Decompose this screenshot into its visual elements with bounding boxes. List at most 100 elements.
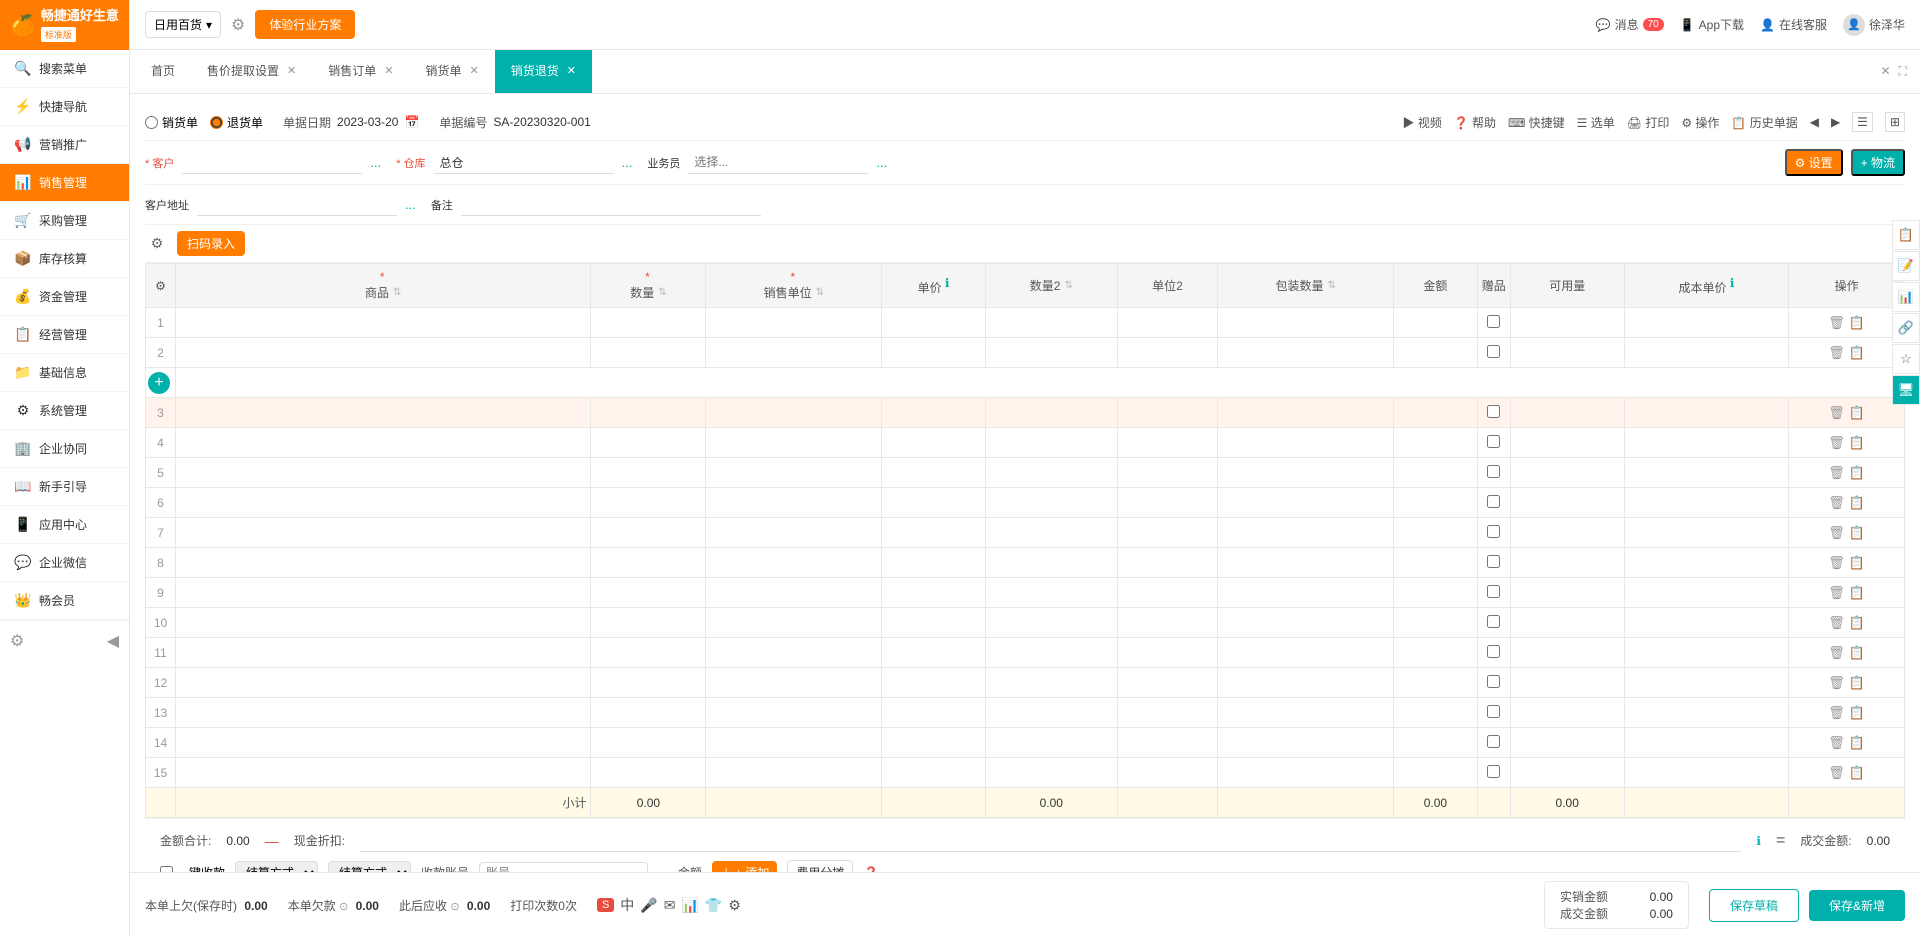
- cell-packqty-3[interactable]: [1218, 398, 1394, 428]
- rf-btn-4[interactable]: 🔗: [1892, 313, 1920, 343]
- sidebar-item-operations[interactable]: 📋经营管理: [0, 316, 129, 354]
- cell-qty2-12[interactable]: [985, 668, 1117, 698]
- product-sort-icon[interactable]: ⇅: [393, 287, 401, 298]
- cell-gift-7[interactable]: [1477, 518, 1510, 548]
- cell-amount-12[interactable]: [1394, 668, 1478, 698]
- nav-next-icon[interactable]: ▶: [1831, 115, 1840, 129]
- copy-row-icon-6[interactable]: 📋: [1849, 495, 1865, 511]
- cell-available-13[interactable]: [1510, 698, 1624, 728]
- cell-qty2-1[interactable]: [985, 308, 1117, 338]
- cell-price-14[interactable]: [882, 728, 986, 758]
- cell-available-1[interactable]: [1510, 308, 1624, 338]
- cell-qty2-13[interactable]: [985, 698, 1117, 728]
- sidebar-item-finance[interactable]: 💰资金管理: [0, 278, 129, 316]
- cell-amount-6[interactable]: [1394, 488, 1478, 518]
- cell-product-14[interactable]: [176, 728, 591, 758]
- qty2-sort-icon[interactable]: ⇅: [1064, 280, 1072, 291]
- tab-sales-order[interactable]: 销售订单✕: [312, 50, 409, 93]
- cell-product-4[interactable]: [176, 428, 591, 458]
- cell-qty-11[interactable]: [591, 638, 706, 668]
- tab-home[interactable]: 首页: [135, 50, 191, 93]
- calendar-icon[interactable]: 📅: [404, 115, 419, 129]
- pack-sort-icon[interactable]: ⇅: [1327, 280, 1335, 291]
- cell-qty-5[interactable]: [591, 458, 706, 488]
- cell-costprice-4[interactable]: [1624, 428, 1788, 458]
- table-settings-icon[interactable]: ⚙: [145, 232, 169, 256]
- cell-costprice-7[interactable]: [1624, 518, 1788, 548]
- logistics-btn[interactable]: + 物流: [1851, 149, 1905, 176]
- cell-unit2-3[interactable]: [1117, 398, 1218, 428]
- cell-costprice-6[interactable]: [1624, 488, 1788, 518]
- rf-btn-1[interactable]: 📋: [1892, 220, 1920, 250]
- gift-checkbox-9[interactable]: [1487, 585, 1500, 598]
- summarize-select[interactable]: 结算方式: [328, 861, 411, 873]
- gift-checkbox-3[interactable]: [1487, 405, 1500, 418]
- cell-unit2-8[interactable]: [1117, 548, 1218, 578]
- cell-price-1[interactable]: [882, 308, 986, 338]
- discount-input[interactable]: [360, 829, 1741, 852]
- cell-amount-13[interactable]: [1394, 698, 1478, 728]
- delete-row-icon-12[interactable]: 🗑: [1828, 675, 1845, 691]
- gift-checkbox-14[interactable]: [1487, 735, 1500, 748]
- rf-btn-5[interactable]: ☆: [1892, 344, 1920, 374]
- history-btn[interactable]: 📋 历史单据: [1731, 114, 1797, 131]
- cell-gift-2[interactable]: [1477, 338, 1510, 368]
- industry-selector[interactable]: 日用百货 ▾: [145, 11, 221, 38]
- staff-input[interactable]: [688, 151, 868, 174]
- cell-available-2[interactable]: [1510, 338, 1624, 368]
- cell-qty2-10[interactable]: [985, 608, 1117, 638]
- task5-icon[interactable]: 📊: [681, 897, 698, 914]
- copy-row-icon-2[interactable]: 📋: [1849, 345, 1865, 361]
- cell-available-3[interactable]: [1510, 398, 1624, 428]
- cell-price-2[interactable]: [882, 338, 986, 368]
- cell-available-6[interactable]: [1510, 488, 1624, 518]
- cell-packqty-12[interactable]: [1218, 668, 1394, 698]
- cell-costprice-14[interactable]: [1624, 728, 1788, 758]
- sidebar-item-system[interactable]: ⚙系统管理: [0, 392, 129, 430]
- cell-packqty-7[interactable]: [1218, 518, 1394, 548]
- sidebar-item-enterprise[interactable]: 🏢企业协同: [0, 430, 129, 468]
- cell-qty-8[interactable]: [591, 548, 706, 578]
- radio-delivery-input[interactable]: [145, 116, 158, 129]
- gift-checkbox-1[interactable]: [1487, 315, 1500, 328]
- customer-picker-btn[interactable]: ...: [370, 155, 381, 170]
- tab-close-price-setting[interactable]: ✕: [287, 64, 296, 77]
- tab-close-sales-delivery[interactable]: ✕: [470, 64, 479, 77]
- address-picker-btn[interactable]: ...: [405, 197, 416, 212]
- gift-checkbox-8[interactable]: [1487, 555, 1500, 568]
- copy-row-icon-11[interactable]: 📋: [1849, 645, 1865, 661]
- th-settings[interactable]: ⚙: [146, 264, 176, 308]
- gift-checkbox-10[interactable]: [1487, 615, 1500, 628]
- operation-btn[interactable]: ⚙ 操作: [1681, 114, 1719, 131]
- note-input[interactable]: [461, 193, 761, 216]
- cell-qty2-8[interactable]: [985, 548, 1117, 578]
- cell-costprice-15[interactable]: [1624, 758, 1788, 788]
- cell-product-8[interactable]: [176, 548, 591, 578]
- sidebar-item-search[interactable]: 🔍搜索菜单: [0, 50, 129, 88]
- cell-amount-8[interactable]: [1394, 548, 1478, 578]
- cell-gift-6[interactable]: [1477, 488, 1510, 518]
- cell-unit-15[interactable]: [706, 758, 882, 788]
- task6-icon[interactable]: 👕: [705, 897, 722, 914]
- task2-icon[interactable]: 中: [620, 895, 634, 915]
- cell-costprice-3[interactable]: [1624, 398, 1788, 428]
- delete-row-icon-10[interactable]: 🗑: [1828, 615, 1845, 631]
- tab-close-sales-return[interactable]: ✕: [567, 64, 576, 77]
- cell-product-12[interactable]: [176, 668, 591, 698]
- cell-unit2-4[interactable]: [1117, 428, 1218, 458]
- cell-unit-4[interactable]: [706, 428, 882, 458]
- cell-gift-15[interactable]: [1477, 758, 1510, 788]
- account-input[interactable]: [479, 862, 648, 873]
- cell-packqty-8[interactable]: [1218, 548, 1394, 578]
- cell-qty-10[interactable]: [591, 608, 706, 638]
- cell-product-7[interactable]: [176, 518, 591, 548]
- cell-costprice-1[interactable]: [1624, 308, 1788, 338]
- cell-unit2-5[interactable]: [1117, 458, 1218, 488]
- cell-price-4[interactable]: [882, 428, 986, 458]
- copy-row-icon-12[interactable]: 📋: [1849, 675, 1865, 691]
- save-new-btn[interactable]: 保存&新增: [1809, 890, 1905, 921]
- rf-btn-2[interactable]: 📝: [1892, 251, 1920, 281]
- cell-packqty-14[interactable]: [1218, 728, 1394, 758]
- delete-row-icon-14[interactable]: 🗑: [1828, 735, 1845, 751]
- cell-product-13[interactable]: [176, 698, 591, 728]
